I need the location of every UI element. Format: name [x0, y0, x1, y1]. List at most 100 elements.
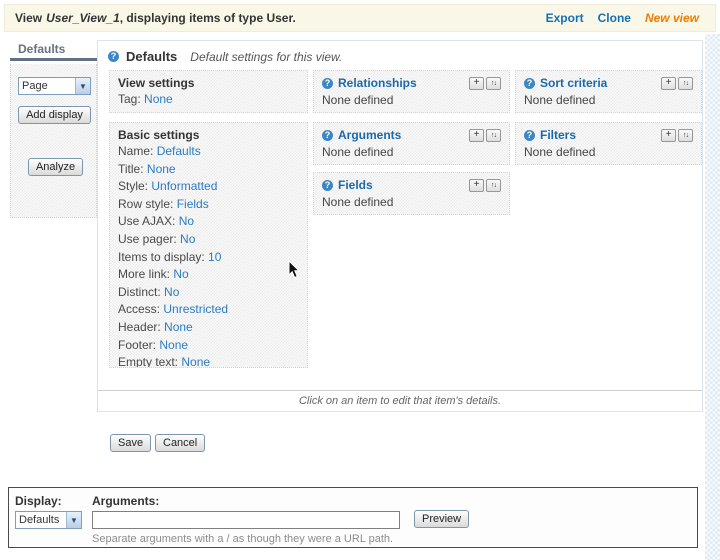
setting-value-link[interactable]: Unrestricted — [163, 302, 228, 316]
setting-value-link[interactable]: No — [173, 267, 188, 281]
setting-label: Header: — [118, 319, 161, 334]
preview-display-select-value: Defaults — [19, 514, 60, 526]
setting-row: Distinct: No — [118, 285, 299, 301]
add-argument-button[interactable]: + — [469, 128, 484, 142]
panel-header: ? Defaults Default settings for this vie… — [98, 41, 702, 64]
rearrange-fields-button[interactable]: ↑↓ — [486, 178, 501, 192]
sort-criteria-box: ? Sort criteria + ↑↓ None defined — [515, 70, 702, 113]
rearrange-arguments-button[interactable]: ↑↓ — [486, 128, 501, 142]
filters-link[interactable]: Filters — [540, 128, 576, 142]
filters-box: ? Filters + ↑↓ None defined — [515, 122, 702, 165]
setting-row: More link: No — [118, 267, 299, 283]
relationships-empty-text: None defined — [322, 93, 394, 107]
add-filter-button[interactable]: + — [661, 128, 676, 142]
setting-row: Items to display: 10 — [118, 250, 299, 266]
setting-value-link[interactable]: None — [164, 320, 193, 334]
preview-button[interactable]: Preview — [414, 510, 470, 528]
panel-heading-note: Default settings for this view. — [190, 49, 343, 64]
views-edit-panel: ? Defaults Default settings for this vie… — [97, 40, 703, 412]
view-settings-title: View settings — [118, 76, 195, 90]
setting-label: Empty text: — [118, 355, 179, 368]
setting-label: Use AJAX: — [118, 214, 176, 229]
display-label: Display: — [15, 494, 62, 508]
cancel-button[interactable]: Cancel — [155, 434, 206, 452]
setting-label: Name: — [118, 144, 154, 158]
rearrange-sorts-button[interactable]: ↑↓ — [678, 76, 693, 90]
tab-defaults[interactable]: Defaults — [10, 40, 97, 61]
help-icon[interactable]: ? — [322, 129, 333, 141]
add-sort-button[interactable]: + — [661, 76, 676, 90]
setting-row: Empty text: None — [118, 355, 299, 368]
fields-empty-text: None defined — [322, 195, 394, 209]
setting-row: Access: Unrestricted — [118, 302, 299, 318]
fields-box: ? Fields + ↑↓ None defined — [313, 172, 510, 215]
setting-value-link[interactable]: None — [159, 338, 188, 352]
export-link[interactable]: Export — [546, 11, 584, 25]
chevron-down-icon: ▼ — [75, 78, 90, 94]
add-relationship-button[interactable]: + — [469, 76, 484, 90]
setting-row: Footer: None — [118, 338, 299, 354]
setting-row: Header: None — [118, 320, 299, 336]
basic-settings-title: Basic settings — [118, 128, 200, 142]
setting-value-link[interactable]: None — [147, 162, 176, 176]
new-view-link[interactable]: New view — [645, 11, 699, 25]
setting-value-link[interactable]: Fields — [177, 197, 209, 211]
help-icon[interactable]: ? — [322, 179, 333, 191]
save-button[interactable]: Save — [110, 434, 152, 452]
view-title-prefix: View — [15, 11, 43, 25]
rearrange-relationships-button[interactable]: ↑↓ — [486, 76, 501, 90]
rearrange-filters-button[interactable]: ↑↓ — [678, 128, 693, 142]
setting-row: Use AJAX: No — [118, 214, 299, 230]
preview-panel: Display: Defaults ▼ Arguments: Preview S… — [8, 487, 698, 548]
setting-value-link[interactable]: No — [180, 232, 195, 246]
view-title-suffix: , displaying items of type User. — [119, 11, 296, 25]
setting-label: Use pager: — [118, 231, 177, 246]
setting-label: Distinct: — [118, 284, 161, 299]
relationships-link[interactable]: Relationships — [338, 76, 417, 90]
setting-value-link[interactable]: Defaults — [157, 144, 201, 158]
panel-heading: Defaults — [126, 49, 178, 64]
basic-settings-box: Basic settings Name: Defaults Title: Non… — [109, 122, 308, 368]
setting-label: More link: — [118, 267, 171, 282]
arguments-link[interactable]: Arguments — [338, 128, 401, 142]
arguments-box: ? Arguments + ↑↓ None defined — [313, 122, 510, 165]
analyze-button[interactable]: Analyze — [28, 158, 83, 176]
display-controls-sidebar: Page ▼ Add display Analyze — [10, 64, 97, 218]
arguments-empty-text: None defined — [322, 145, 394, 159]
setting-value-link[interactable]: 10 — [208, 250, 221, 264]
setting-row: Row style: Fields — [118, 197, 299, 213]
setting-row: Title: None — [118, 162, 299, 178]
arguments-input[interactable] — [92, 511, 400, 529]
chevron-down-icon: ▼ — [66, 512, 81, 528]
help-icon[interactable]: ? — [108, 51, 119, 62]
setting-label: Style: — [118, 179, 149, 194]
edit-hint-bar: Click on an item to edit that item's det… — [98, 390, 702, 411]
setting-row: Name: Defaults — [118, 144, 299, 160]
tag-value-link[interactable]: None — [144, 92, 173, 106]
view-settings-tag-row: Tag: None — [118, 92, 299, 108]
help-icon[interactable]: ? — [322, 77, 333, 89]
setting-label: Row style: — [118, 196, 174, 211]
sort-criteria-empty-text: None defined — [524, 93, 596, 107]
setting-value-link[interactable]: No — [164, 285, 179, 299]
clone-link[interactable]: Clone — [598, 11, 631, 25]
setting-row: Use pager: No — [118, 232, 299, 248]
display-type-select[interactable]: Page ▼ — [18, 77, 91, 95]
help-icon[interactable]: ? — [524, 77, 535, 89]
sort-criteria-link[interactable]: Sort criteria — [540, 76, 607, 90]
setting-value-link[interactable]: Unformatted — [151, 179, 217, 193]
setting-row: Style: Unformatted — [118, 179, 299, 195]
help-icon[interactable]: ? — [524, 129, 535, 141]
view-settings-box: View settings Tag: None — [109, 70, 308, 113]
preview-display-select[interactable]: Defaults ▼ — [15, 511, 82, 529]
arguments-label: Arguments: — [92, 494, 160, 508]
display-type-select-value: Page — [22, 80, 48, 92]
fields-link[interactable]: Fields — [338, 178, 373, 192]
add-field-button[interactable]: + — [469, 178, 484, 192]
view-name: User_View_1 — [46, 11, 120, 25]
add-display-button[interactable]: Add display — [18, 106, 91, 124]
setting-value-link[interactable]: None — [181, 355, 210, 367]
setting-label: Items to display: — [118, 249, 205, 264]
arguments-help-text: Separate arguments with a / as though th… — [92, 533, 394, 545]
setting-value-link[interactable]: No — [179, 214, 194, 228]
